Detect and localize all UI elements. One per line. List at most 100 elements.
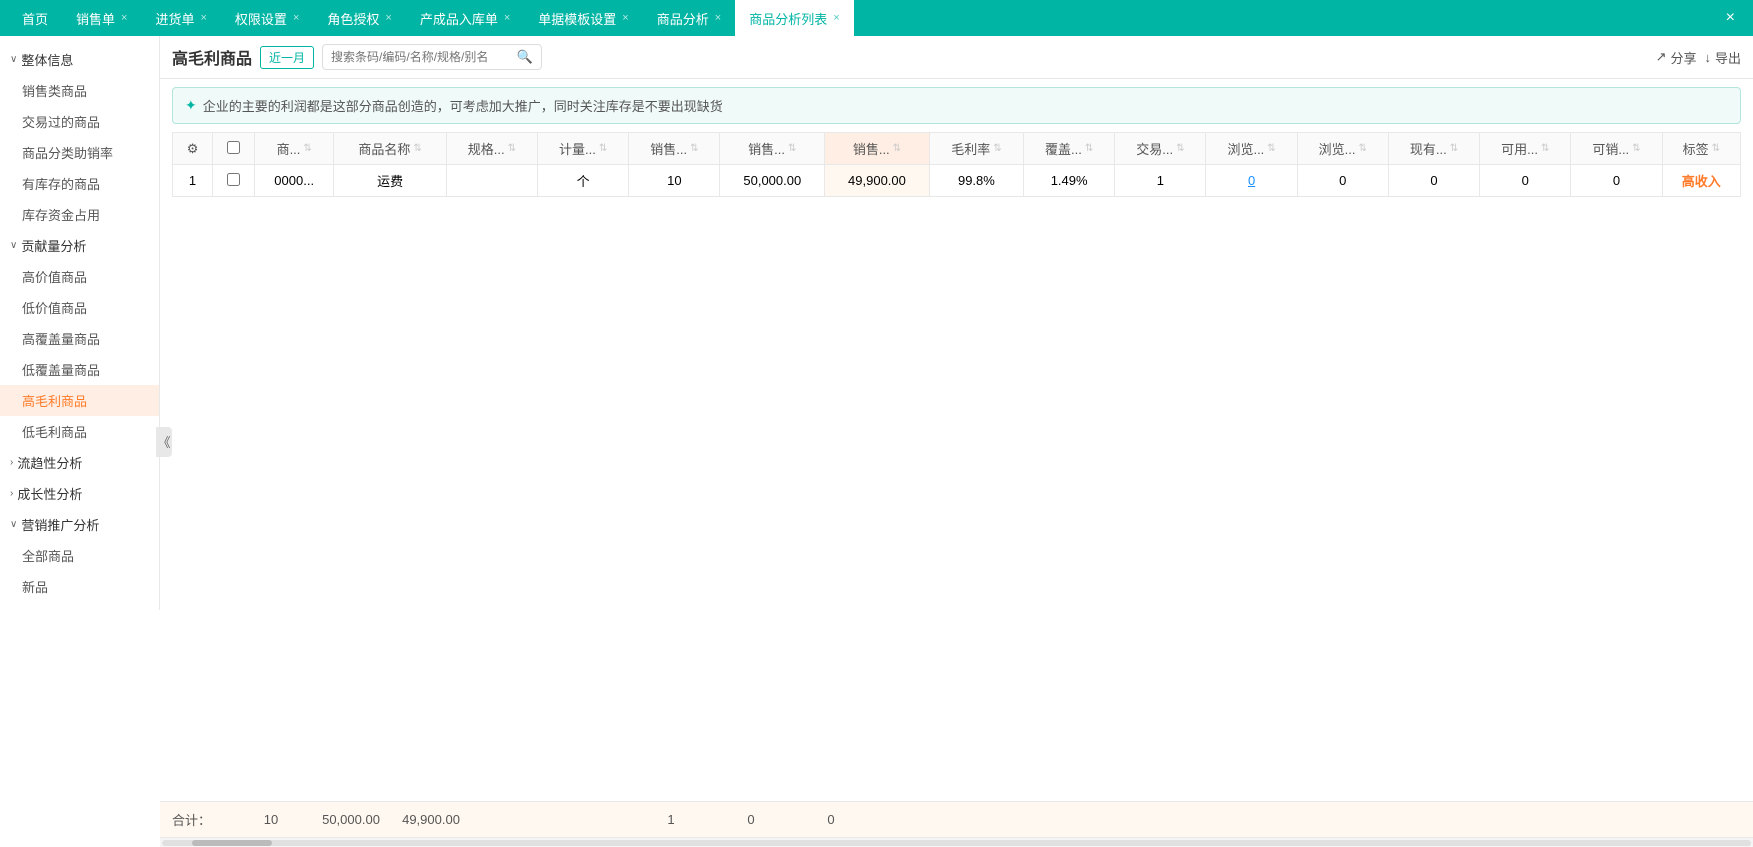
expand-icon: ∨ xyxy=(10,240,17,251)
sidebar-group-trend[interactable]: › 流趋性分析 xyxy=(0,447,159,478)
col-sales-amount[interactable]: 销售...⇅ xyxy=(720,133,825,165)
footer-current-stock: 0 xyxy=(791,812,871,827)
sidebar-item-new-goods[interactable]: 新品 xyxy=(0,571,159,602)
nav-sales-order[interactable]: 销售单 × xyxy=(62,0,141,36)
sort-icon: ⇅ xyxy=(508,143,516,154)
sort-icon: ⇅ xyxy=(788,143,796,154)
col-transactions[interactable]: 交易...⇅ xyxy=(1115,133,1206,165)
sidebar-group-growth[interactable]: › 成长性分析 xyxy=(0,478,159,509)
sort-icon: ⇅ xyxy=(1541,143,1549,154)
sort-icon: ⇅ xyxy=(1085,143,1093,154)
sidebar-item-traded-goods[interactable]: 交易过的商品 xyxy=(0,106,159,137)
close-icon[interactable]: × xyxy=(200,12,206,24)
sidebar-item-low-value[interactable]: 低价值商品 xyxy=(0,292,159,323)
close-icon[interactable]: × xyxy=(121,12,127,24)
sort-icon: ⇅ xyxy=(413,143,421,154)
page-title: 高毛利商品 xyxy=(172,45,252,69)
col-sales-qty[interactable]: 销售...⇅ xyxy=(629,133,720,165)
sidebar-collapse-button[interactable]: 《 xyxy=(156,427,172,457)
select-all-checkbox[interactable] xyxy=(227,141,240,154)
search-input[interactable] xyxy=(331,50,513,64)
nav-product-analysis[interactable]: 商品分析 × xyxy=(643,0,735,36)
expand-icon: › xyxy=(10,488,13,499)
footer-empty2 xyxy=(551,812,631,827)
sort-icon: ⇅ xyxy=(1359,143,1367,154)
close-icon[interactable]: × xyxy=(622,12,628,24)
col-settings[interactable]: ⚙ xyxy=(173,133,213,165)
col-available-stock[interactable]: 可用...⇅ xyxy=(1480,133,1571,165)
sort-icon: ⇅ xyxy=(1712,143,1720,154)
sidebar-group-overall[interactable]: ∨ 整体信息 xyxy=(0,44,159,75)
sidebar-item-low-coverage[interactable]: 低覆盖量商品 xyxy=(0,354,159,385)
col-spec[interactable]: 规格...⇅ xyxy=(446,133,537,165)
header-actions: ↗ 分享 ↓ 导出 xyxy=(1656,48,1741,67)
sidebar-item-category-rate[interactable]: 商品分类助销率 xyxy=(0,137,159,168)
col-code[interactable]: 商...⇅ xyxy=(255,133,334,165)
close-icon[interactable]: × xyxy=(385,12,391,24)
sidebar-item-high-value[interactable]: 高价值商品 xyxy=(0,261,159,292)
row-spec xyxy=(446,165,537,197)
col-views1[interactable]: 浏览...⇅ xyxy=(1206,133,1297,165)
row-name: 运费 xyxy=(334,165,446,197)
row-sellable: 0 xyxy=(1571,165,1662,197)
sidebar-item-all-goods[interactable]: 全部商品 xyxy=(0,540,159,571)
share-button[interactable]: ↗ 分享 xyxy=(1656,48,1697,67)
row-current-stock: 0 xyxy=(1388,165,1479,197)
row-coverage: 1.49% xyxy=(1024,165,1115,197)
sidebar-item-in-stock[interactable]: 有库存的商品 xyxy=(0,168,159,199)
sidebar-item-low-margin[interactable]: 低毛利商品 xyxy=(0,416,159,447)
info-icon: ✦ xyxy=(185,97,197,114)
close-icon[interactable]: × xyxy=(504,12,510,24)
share-icon: ↗ xyxy=(1656,49,1667,65)
content-area: 高毛利商品 近一月 🔍 ↗ 分享 ↓ 导出 ✦ 企业的主要的利润都是这部分 xyxy=(160,36,1753,847)
nav-template-settings[interactable]: 单据模板设置 × xyxy=(524,0,642,36)
window-close-button[interactable]: × xyxy=(1716,9,1745,27)
row-views1[interactable]: 0 xyxy=(1206,165,1297,197)
scroll-thumb[interactable] xyxy=(192,840,272,846)
table-container: ⚙ 商...⇅ 商品名称⇅ 规格...⇅ 计量...⇅ xyxy=(160,132,1753,801)
col-tag[interactable]: 标签⇅ xyxy=(1662,133,1740,165)
sidebar-item-sales-goods[interactable]: 销售类商品 xyxy=(0,75,159,106)
col-unit[interactable]: 计量...⇅ xyxy=(538,133,629,165)
search-icon[interactable]: 🔍 xyxy=(517,49,533,65)
footer-bar: 合计： 10 50,000.00 49,900.00 1 0 0 xyxy=(160,801,1753,837)
row-tag: 高收入 xyxy=(1662,165,1740,197)
row-seq: 1 xyxy=(173,165,213,197)
close-icon[interactable]: × xyxy=(715,12,721,24)
col-sellable[interactable]: 可销...⇅ xyxy=(1571,133,1662,165)
nav-permissions[interactable]: 权限设置 × xyxy=(221,0,313,36)
sidebar-group-contribution[interactable]: ∨ 贡献量分析 xyxy=(0,230,159,261)
close-icon[interactable]: × xyxy=(833,12,839,24)
horizontal-scrollbar[interactable] xyxy=(160,837,1753,847)
footer-views: 0 xyxy=(711,812,791,827)
sort-icon: ⇅ xyxy=(893,143,901,154)
info-banner: ✦ 企业的主要的利润都是这部分商品创造的，可考虑加大推广，同时关注库存是不要出现… xyxy=(172,87,1741,124)
nav-finished-goods[interactable]: 产成品入库单 × xyxy=(406,0,524,36)
nav-product-analysis-list[interactable]: 商品分析列表 × xyxy=(735,0,853,36)
table-header-row: ⚙ 商...⇅ 商品名称⇅ 规格...⇅ 计量...⇅ xyxy=(173,133,1741,165)
col-sales-profit[interactable]: 销售...⇅ xyxy=(825,133,930,165)
sidebar-item-stock-capital[interactable]: 库存资金占用 xyxy=(0,199,159,230)
top-nav: 首页 销售单 × 进货单 × 权限设置 × 角色授权 × 产成品入库单 × 单据… xyxy=(0,0,1753,36)
sidebar-group-marketing[interactable]: ∨ 营销推广分析 xyxy=(0,509,159,540)
export-button[interactable]: ↓ 导出 xyxy=(1704,48,1741,67)
sidebar-item-high-coverage[interactable]: 高覆盖量商品 xyxy=(0,323,159,354)
row-sales-amount: 50,000.00 xyxy=(720,165,825,197)
nav-purchase-order[interactable]: 进货单 × xyxy=(141,0,220,36)
row-check[interactable] xyxy=(227,173,240,186)
nav-home[interactable]: 首页 xyxy=(8,0,62,36)
nav-role-auth[interactable]: 角色授权 × xyxy=(313,0,405,36)
col-views2[interactable]: 浏览...⇅ xyxy=(1297,133,1388,165)
expand-icon: ∨ xyxy=(10,519,17,530)
col-gross-margin[interactable]: 毛利率⇅ xyxy=(929,133,1023,165)
footer-label: 合计： xyxy=(172,810,211,829)
col-name[interactable]: 商品名称⇅ xyxy=(334,133,446,165)
row-sales-profit: 49,900.00 xyxy=(825,165,930,197)
close-icon[interactable]: × xyxy=(293,12,299,24)
sidebar-item-high-margin[interactable]: 高毛利商品 xyxy=(0,385,159,416)
col-current-stock[interactable]: 现有...⇅ xyxy=(1388,133,1479,165)
main-layout: ∨ 整体信息 销售类商品 交易过的商品 商品分类助销率 有库存的商品 库存资金占… xyxy=(0,36,1753,847)
row-checkbox xyxy=(213,165,255,197)
time-filter-button[interactable]: 近一月 xyxy=(260,46,314,69)
col-coverage[interactable]: 覆盖...⇅ xyxy=(1024,133,1115,165)
